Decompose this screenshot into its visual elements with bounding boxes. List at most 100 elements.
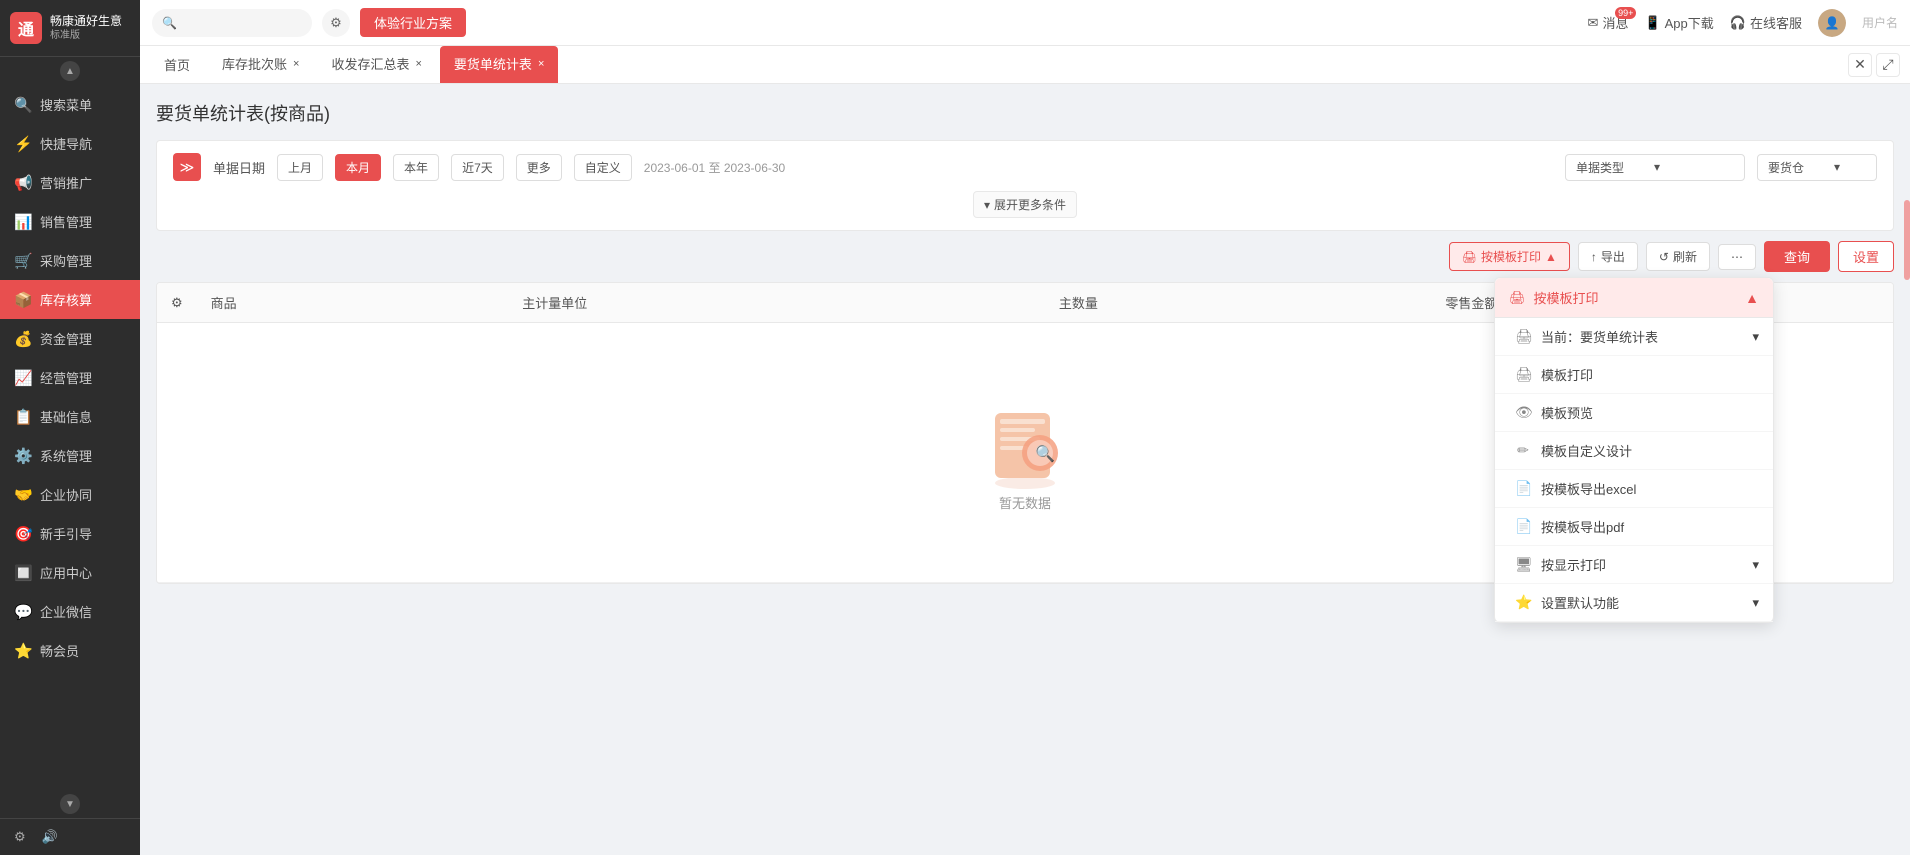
print-dropdown-header[interactable]: 🖨 按模板打印 ▲ [1495, 278, 1773, 318]
sidebar-label-marketing: 营销推广 [40, 173, 92, 192]
dropdown-collapse-icon[interactable]: ▲ [1745, 290, 1759, 306]
col-settings[interactable]: ⚙ [157, 283, 197, 323]
template-preview-label: 模板预览 [1541, 403, 1593, 422]
sidebar-label-sales: 销售管理 [40, 212, 92, 231]
headset-icon: 🎧 [1730, 15, 1746, 31]
print-label: 按模板打印 [1481, 248, 1541, 265]
sidebar-item-newbie[interactable]: 🎯 新手引导 [0, 514, 140, 553]
member-icon: ⭐ [14, 642, 32, 660]
filter-toggle-btn[interactable]: ≫ [173, 153, 201, 181]
sidebar-label-collab: 企业协同 [40, 485, 92, 504]
newbie-icon: 🎯 [14, 525, 32, 543]
dropdown-template-design[interactable]: ✏ 模板自定义设计 [1495, 432, 1773, 470]
print-template-btn[interactable]: 🖨 按模板打印 ▲ [1449, 242, 1570, 271]
date-btn-this-month[interactable]: 本月 [335, 154, 381, 181]
expand-filter-btn[interactable]: ▾ 展开更多条件 [973, 191, 1077, 218]
sidebar-label-purchase: 采购管理 [40, 251, 92, 270]
date-btn-more[interactable]: 更多 [516, 154, 562, 181]
tab-order-stat[interactable]: 要货单统计表 × [440, 46, 558, 83]
dropdown-export-pdf[interactable]: 📄 按模板导出pdf [1495, 508, 1773, 546]
content-area: 要货单统计表(按商品) ≫ 单据日期 上月 本月 本年 近7天 更多 自定义 2… [140, 84, 1910, 855]
sidebar-scroll-down[interactable]: ▼ [0, 790, 140, 818]
date-btn-last-month[interactable]: 上月 [277, 154, 323, 181]
basic-icon: 📋 [14, 408, 32, 426]
settings-bottom-icon[interactable]: ⚙ [14, 829, 26, 845]
topbar-app-download[interactable]: 📱 App下载 [1644, 13, 1713, 32]
set-default-icon: ⭐ [1515, 594, 1531, 611]
refresh-btn[interactable]: ↺ 刷新 [1646, 242, 1710, 271]
sidebar-item-basic[interactable]: 📋 基础信息 [0, 397, 140, 436]
topbar-message-btn[interactable]: ✉ 消息 99+ [1588, 13, 1629, 32]
export-btn[interactable]: ↑ 导出 [1578, 242, 1638, 271]
sidebar-label-appstore: 应用中心 [40, 563, 92, 582]
more-btn[interactable]: ⋯ [1718, 244, 1756, 270]
settings-btn[interactable]: 设置 [1838, 241, 1894, 272]
set-default-label: 设置默认功能 [1541, 593, 1619, 612]
date-btn-7days[interactable]: 近7天 [451, 154, 504, 181]
dropdown-set-default[interactable]: ⭐ 设置默认功能 ▾ [1495, 584, 1773, 622]
empty-illustration: 🔍 [975, 393, 1075, 493]
date-btn-custom[interactable]: 自定义 [574, 154, 632, 181]
sidebar-scroll-up[interactable]: ▲ [0, 57, 140, 85]
sidebar-item-member[interactable]: ⭐ 畅会员 [0, 631, 140, 670]
page-title: 要货单统计表(按商品) [156, 100, 1894, 126]
resize-handle[interactable] [1904, 200, 1910, 280]
sidebar-item-wechat[interactable]: 💬 企业微信 [0, 592, 140, 631]
topbar: 🔍 ⚙ 体验行业方案 ✉ 消息 99+ 📱 App下载 🎧 在线客服 👤 用户名 [140, 0, 1910, 46]
sidebar-item-quicknav[interactable]: ⚡ 快捷导航 [0, 124, 140, 163]
topbar-gear-btn[interactable]: ⚙ [322, 9, 350, 37]
operation-icon: 📈 [14, 369, 32, 387]
export-pdf-label: 按模板导出pdf [1541, 517, 1624, 536]
topbar-search[interactable]: 🔍 [152, 9, 312, 37]
sidebar-label-operation: 经营管理 [40, 368, 92, 387]
dropdown-print-icon: 🖨 [1509, 290, 1526, 306]
topbar-avatar[interactable]: 👤 [1818, 9, 1846, 37]
search-icon: 🔍 [14, 96, 32, 114]
window-maximize-btn[interactable]: ⤢ [1876, 53, 1900, 77]
export-label: 导出 [1601, 248, 1625, 265]
tab-collection[interactable]: 收发存汇总表 × [317, 46, 435, 83]
tab-order-stat-close[interactable]: × [538, 58, 544, 70]
sidebar-item-appstore[interactable]: 🔲 应用中心 [0, 553, 140, 592]
sidebar-item-finance[interactable]: 💰 资金管理 [0, 319, 140, 358]
sidebar-item-marketing[interactable]: 📢 营销推广 [0, 163, 140, 202]
expand-filter-label: 展开更多条件 [994, 196, 1066, 213]
dropdown-title: 按模板打印 [1534, 288, 1599, 307]
window-close-btn[interactable]: ✕ [1848, 53, 1872, 77]
speaker-bottom-icon[interactable]: 🔊 [42, 829, 58, 845]
topbar-online-service[interactable]: 🎧 在线客服 [1730, 13, 1802, 32]
sidebar-item-collab[interactable]: 🤝 企业协同 [0, 475, 140, 514]
sidebar-item-search[interactable]: 🔍 搜索菜单 [0, 85, 140, 124]
type-filter-select[interactable]: 单据类型 ▾ [1565, 154, 1745, 181]
expand-icon: ▾ [984, 198, 990, 212]
tab-collection-label: 收发存汇总表 [331, 54, 409, 73]
dropdown-export-excel[interactable]: 📄 按模板导出excel [1495, 470, 1773, 508]
tab-bar: 首页 库存批次账 × 收发存汇总表 × 要货单统计表 × ✕ ⤢ [140, 46, 1910, 84]
dropdown-template-preview[interactable]: 👁 模板预览 [1495, 394, 1773, 432]
tab-batch-close[interactable]: × [293, 58, 299, 70]
date-btn-this-year[interactable]: 本年 [393, 154, 439, 181]
sidebar-item-operation[interactable]: 📈 经营管理 [0, 358, 140, 397]
sidebar-item-purchase[interactable]: 🛒 采购管理 [0, 241, 140, 280]
tab-collection-close[interactable]: × [415, 58, 421, 70]
dropdown-template-print[interactable]: 🖨 模板打印 [1495, 356, 1773, 394]
topbar-trial-btn[interactable]: 体验行业方案 [360, 8, 466, 37]
tab-batch[interactable]: 库存批次账 × [208, 46, 313, 83]
sidebar-item-sales[interactable]: 📊 销售管理 [0, 202, 140, 241]
warehouse-filter-select[interactable]: 要货仓 ▾ [1757, 154, 1877, 181]
sidebar: 通 畅康通好生意 标准版 ▲ 🔍 搜索菜单 ⚡ 快捷导航 📢 营销推广 📊 销售… [0, 0, 140, 855]
quicknav-icon: ⚡ [14, 135, 32, 153]
sidebar-item-inventory[interactable]: 📦 库存核算 [0, 280, 140, 319]
tab-order-stat-label: 要货单统计表 [454, 54, 532, 73]
template-design-label: 模板自定义设计 [1541, 441, 1632, 460]
query-btn[interactable]: 查询 [1764, 241, 1830, 272]
dropdown-display-print[interactable]: 🖥 按显示打印 ▾ [1495, 546, 1773, 584]
export-excel-icon: 📄 [1515, 480, 1531, 497]
sidebar-item-system[interactable]: ⚙️ 系统管理 [0, 436, 140, 475]
dropdown-current-item[interactable]: 🖨 当前：要货单统计表 ▾ [1495, 318, 1773, 356]
tab-home[interactable]: 首页 [150, 46, 204, 83]
topbar-search-icon: 🔍 [162, 16, 177, 30]
empty-text: 暂无数据 [999, 493, 1051, 512]
date-range-display: 2023-06-01 至 2023-06-30 [644, 159, 785, 176]
phone-icon: 📱 [1644, 15, 1660, 31]
